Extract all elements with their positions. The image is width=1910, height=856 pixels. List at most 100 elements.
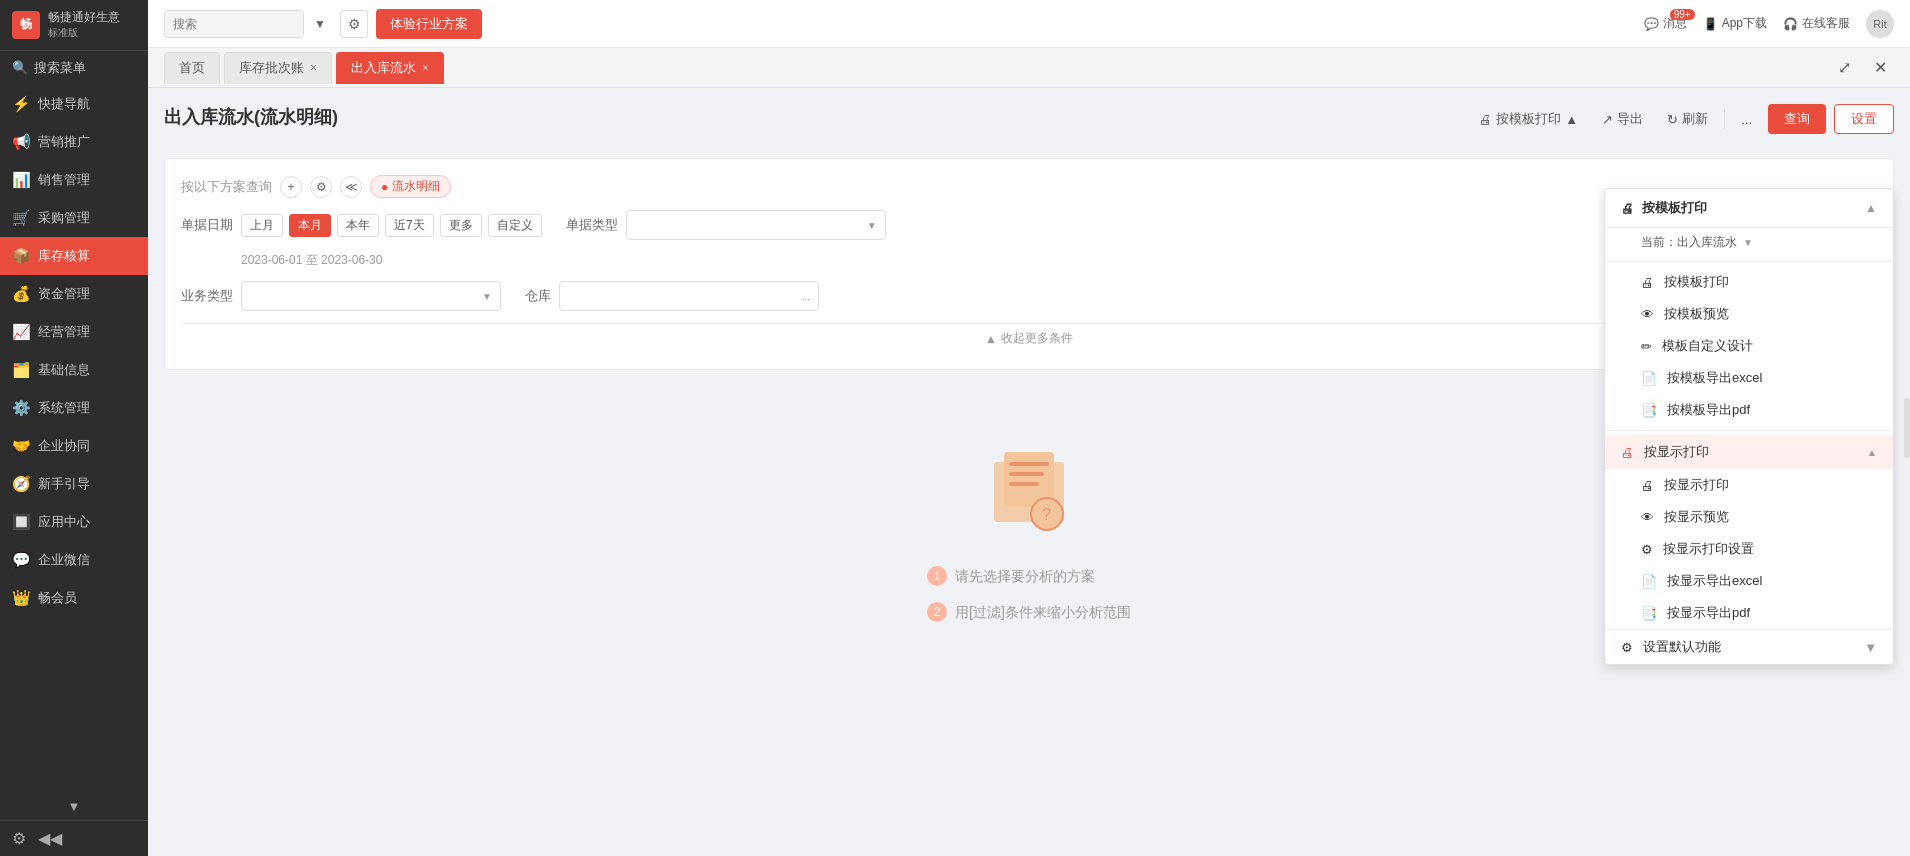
refresh-button[interactable]: ↻ 刷新 [1659, 106, 1716, 132]
sidebar-item-quick-nav[interactable]: ⚡ 快捷导航 [0, 85, 148, 123]
collapse-icon[interactable]: ◀◀ [38, 829, 62, 848]
business-type-select[interactable]: ▼ [241, 281, 501, 311]
online-service-button[interactable]: 🎧 在线客服 [1783, 15, 1850, 32]
sidebar-search-item[interactable]: 🔍 搜索菜单 [0, 51, 148, 85]
sidebar-item-finance[interactable]: 💰 资金管理 [0, 275, 148, 313]
filter-collapse-button[interactable]: ≪ [340, 176, 362, 198]
settings-button[interactable]: 设置 [1834, 104, 1894, 134]
template-export-excel-label: 按模板导出excel [1667, 369, 1762, 387]
topbar-search-input[interactable] [164, 10, 304, 38]
phone-icon: 📱 [1703, 17, 1718, 31]
message-badge: 99+ [1670, 9, 1695, 20]
toolbar: 🖨 按模板打印 ▲ ↗ 导出 ↻ 刷新 ... [1471, 104, 1894, 134]
user-name: Rit [1873, 18, 1886, 30]
user-menu-button[interactable]: Rit [1866, 10, 1894, 38]
industry-solution-button[interactable]: 体验行业方案 [376, 9, 482, 39]
export-label: 导出 [1617, 110, 1643, 128]
sidebar-item-wechat[interactable]: 💬 企业微信 [0, 541, 148, 579]
warehouse-select[interactable]: ... [559, 281, 819, 311]
export-button[interactable]: ↗ 导出 [1594, 106, 1651, 132]
display-print-section[interactable]: 🖨 按显示打印 ▲ [1605, 435, 1893, 469]
sidebar-scroll-down[interactable]: ▼ [0, 793, 148, 820]
sidebar-item-inventory[interactable]: 📦 库存核算 [0, 237, 148, 275]
sidebar-item-guide[interactable]: 🧭 新手引导 [0, 465, 148, 503]
date-custom-btn[interactable]: 自定义 [488, 214, 542, 237]
dropdown-toggle-arrow[interactable]: ▲ [1865, 201, 1877, 215]
app-center-icon: 🔲 [12, 513, 30, 531]
sidebar-item-app-center[interactable]: 🔲 应用中心 [0, 503, 148, 541]
chevron-up-icon: ▲ [985, 332, 997, 346]
filter-tag[interactable]: ● 流水明细 [370, 175, 451, 198]
tab-flow-close[interactable]: × [422, 61, 429, 75]
filter-tag-icon: ● [381, 180, 388, 194]
tab-home[interactable]: 首页 [164, 52, 220, 84]
template-print-button[interactable]: 🖨 按模板打印 ▲ [1471, 106, 1586, 132]
display-preview-item[interactable]: 👁 按显示预览 [1605, 501, 1893, 533]
operation-icon: 📈 [12, 323, 30, 341]
export-icon: ↗ [1602, 112, 1613, 127]
tabs-close-button[interactable]: ✕ [1866, 54, 1894, 82]
more-button[interactable]: ... [1733, 108, 1760, 131]
svg-rect-3 [1009, 472, 1044, 476]
sidebar-item-member[interactable]: 👑 畅会员 [0, 579, 148, 617]
scroll-indicator [1904, 398, 1910, 458]
filter-add-button[interactable]: + [280, 176, 302, 198]
page-title: 出入库流水(流水明细) [164, 105, 338, 129]
topbar-settings-button[interactable]: ⚙ [340, 10, 368, 38]
template-custom-item[interactable]: ✏ 模板自定义设计 [1605, 330, 1893, 362]
app-download-label: App下载 [1722, 15, 1767, 32]
dp-divider-1 [1605, 261, 1893, 262]
date-this-year-btn[interactable]: 本年 [337, 214, 379, 237]
step1-text: 请先选择要分析的方案 [955, 562, 1095, 590]
step2-text: 用[过滤]条件来缩小分析范围 [955, 598, 1131, 626]
set-default-button[interactable]: ⚙ 设置默认功能 ▼ [1605, 629, 1893, 664]
sidebar-item-system[interactable]: ⚙️ 系统管理 [0, 389, 148, 427]
template-export-pdf-item[interactable]: 📑 按模板导出pdf [1605, 394, 1893, 426]
tab-batch-close[interactable]: × [310, 61, 317, 75]
message-button[interactable]: 💬 消息 99+ [1644, 15, 1687, 32]
topbar-search-dropdown[interactable]: ▼ [308, 12, 332, 36]
display-preview-label: 按显示预览 [1664, 508, 1729, 526]
divider [1724, 109, 1725, 129]
sidebar-item-collab[interactable]: 🤝 企业协同 [0, 427, 148, 465]
display-print-settings-item[interactable]: ⚙ 按显示打印设置 [1605, 533, 1893, 565]
sidebar-item-label: 采购管理 [38, 209, 90, 227]
date-more-btn[interactable]: 更多 [440, 214, 482, 237]
app-download-button[interactable]: 📱 App下载 [1703, 15, 1767, 32]
finance-icon: 💰 [12, 285, 30, 303]
dropdown-current[interactable]: 当前：出入库流水 ▼ [1605, 228, 1893, 257]
sidebar-item-basic[interactable]: 🗂️ 基础信息 [0, 351, 148, 389]
display-print-item[interactable]: 🖨 按显示打印 [1605, 469, 1893, 501]
pdf-icon-2: 📑 [1641, 606, 1657, 621]
sidebar-item-label: 畅会员 [38, 589, 77, 607]
display-export-excel-item[interactable]: 📄 按显示导出excel [1605, 565, 1893, 597]
date-quick-group: 上月 本月 本年 近7天 更多 自定义 [241, 214, 542, 237]
sidebar-item-marketing[interactable]: 📢 营销推广 [0, 123, 148, 161]
sidebar-item-sales[interactable]: 📊 销售管理 [0, 161, 148, 199]
date-this-month-btn[interactable]: 本月 [289, 214, 331, 237]
sidebar-item-purchase[interactable]: 🛒 采购管理 [0, 199, 148, 237]
voucher-type-select[interactable]: ▼ [626, 210, 886, 240]
template-preview-item[interactable]: 👁 按模板预览 [1605, 298, 1893, 330]
date-last-month-btn[interactable]: 上月 [241, 214, 283, 237]
design-icon: ✏ [1641, 339, 1652, 354]
print-icon: 🖨 [1641, 275, 1654, 290]
dropdown-header: 🖨 按模板打印 ▲ [1605, 189, 1893, 228]
collab-icon: 🤝 [12, 437, 30, 455]
date-7days-btn[interactable]: 近7天 [385, 214, 434, 237]
display-print-label: 按显示打印 [1664, 476, 1729, 494]
tabs-maximize-button[interactable]: ⤢ [1830, 54, 1858, 82]
tab-flow[interactable]: 出入库流水 × [336, 52, 444, 84]
settings-icon[interactable]: ⚙ [12, 829, 26, 848]
tab-batch-account[interactable]: 库存批次账 × [224, 52, 332, 84]
filter-settings-button[interactable]: ⚙ [310, 176, 332, 198]
refresh-label: 刷新 [1682, 110, 1708, 128]
display-export-pdf-item[interactable]: 📑 按显示导出pdf [1605, 597, 1893, 629]
template-export-excel-item[interactable]: 📄 按模板导出excel [1605, 362, 1893, 394]
sidebar-item-operation[interactable]: 📈 经营管理 [0, 313, 148, 351]
filter-voucher-type-item: 单据类型 ▼ [566, 210, 886, 240]
template-print-item[interactable]: 🖨 按模板打印 [1605, 266, 1893, 298]
template-export-pdf-label: 按模板导出pdf [1667, 401, 1750, 419]
svg-text:?: ? [1042, 506, 1051, 523]
query-button[interactable]: 查询 [1768, 104, 1826, 134]
